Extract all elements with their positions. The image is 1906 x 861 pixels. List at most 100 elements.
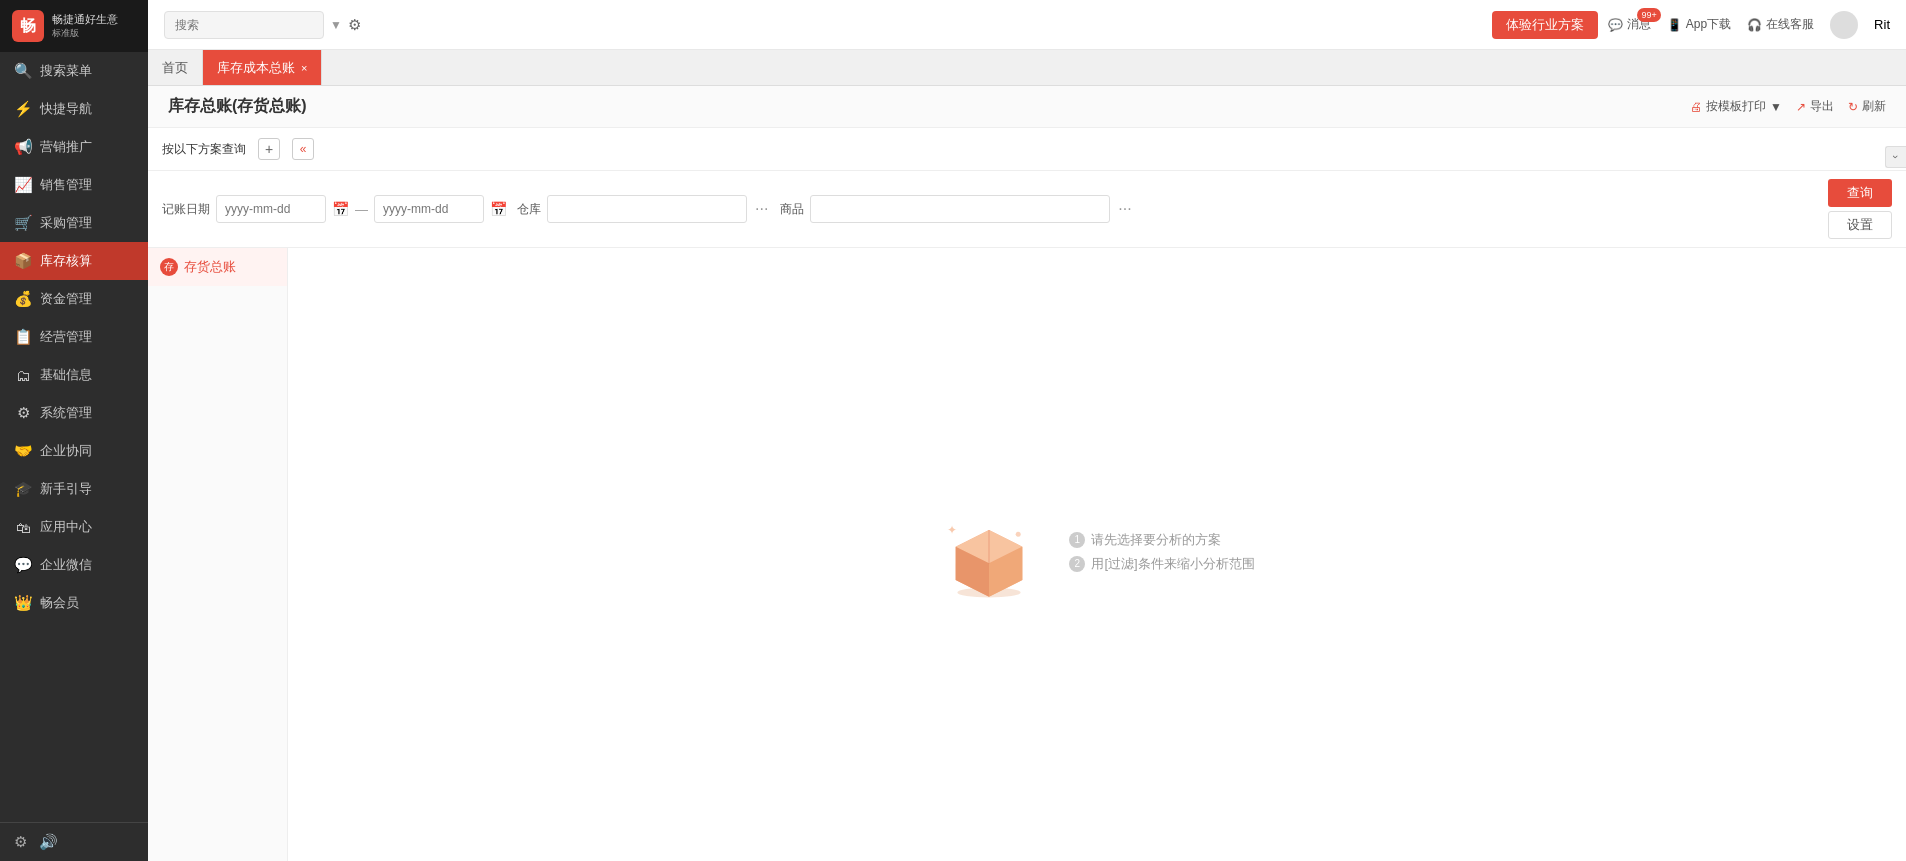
app-download-icon: 📱 [1667,18,1682,32]
sidebar-label-system: 系统管理 [40,404,134,422]
filter-collapse-btn[interactable]: « [292,138,314,160]
filter-settings-btn[interactable]: 设置 [1828,211,1892,239]
sidebar-label-marketing: 营销推广 [40,138,134,156]
tab-inventory-cost[interactable]: 库存成本总账 × [203,50,322,85]
scheme-item-inventory[interactable]: 存 存货总账 [148,248,287,286]
logo-badge: 标准版 [52,27,118,40]
warehouse-more-btn[interactable]: ··· [753,200,770,218]
sidebar-item-shortcut[interactable]: ⚡ 快捷导航 [0,90,148,128]
top-header: ▼ ⚙ 体验行业方案 💬 消息 99+ 📱 App下载 🎧 在线客服 Rit [148,0,1906,50]
filter-bar: 按以下方案查询 + « [148,128,1906,171]
sidebar-icon-sales: 📈 [14,176,32,194]
svg-text:✦: ✦ [948,523,958,536]
product-more-btn[interactable]: ··· [1116,200,1133,218]
message-item[interactable]: 💬 消息 99+ [1608,16,1651,33]
sidebar-icon-marketing: 📢 [14,138,32,156]
tab-inventory-cost-label: 库存成本总账 [217,59,295,77]
chevron-down-icon[interactable]: ▼ [330,18,342,32]
sidebar-item-appstore[interactable]: 🛍 应用中心 [0,508,148,546]
audio-icon[interactable]: 🔊 [39,833,58,851]
calendar-start-icon[interactable]: 📅 [332,201,349,217]
tab-home-label: 首页 [162,59,188,77]
sidebar-label-enterprise: 企业协同 [40,442,134,460]
product-input[interactable] [810,195,1110,223]
industry-btn[interactable]: 体验行业方案 [1492,11,1598,39]
sidebar-icon-basic: 🗂 [14,367,32,384]
warehouse-input[interactable] [547,195,747,223]
printer-icon: 🖨 [1690,100,1702,114]
sidebar-icon-system: ⚙ [14,404,32,422]
query-btn[interactable]: 查询 [1828,179,1892,207]
scheme-item-label: 存货总账 [184,258,236,276]
sidebar-item-newbie[interactable]: 🎓 新手引导 [0,470,148,508]
sidebar-icon-newbie: 🎓 [14,480,32,498]
export-icon: ↗ [1796,100,1806,114]
calendar-end-icon[interactable]: 📅 [490,201,507,217]
sidebar-label-member: 畅会员 [40,594,134,612]
sidebar-item-marketing[interactable]: 📢 营销推广 [0,128,148,166]
sidebar-icon-operations: 📋 [14,328,32,346]
sidebar-label-inventory: 库存核算 [40,252,134,270]
sidebar-bottom: ⚙ 🔊 [0,822,148,861]
warehouse-filter-group: 仓库 ··· [517,195,770,223]
sidebar-item-enterprise[interactable]: 🤝 企业协同 [0,432,148,470]
tab-close-icon[interactable]: × [301,62,307,74]
user-avatar[interactable] [1830,11,1858,39]
tip1-text: 请先选择要分析的方案 [1091,531,1221,549]
sidebar-item-search[interactable]: 🔍 搜索菜单 [0,52,148,90]
sidebar-item-member[interactable]: 👑 畅会员 [0,584,148,622]
app-download-item[interactable]: 📱 App下载 [1667,16,1731,33]
sidebar-label-finance: 资金管理 [40,290,134,308]
page-actions: 🖨 按模板打印 ▼ ↗ 导出 ↻ 刷新 [1690,98,1886,115]
empty-tips: 1 请先选择要分析的方案 2 用[过滤]条件来缩小分析范围 [1069,531,1254,579]
sidebar-item-inventory[interactable]: 📦 库存核算 [0,242,148,280]
sidebar: 畅 畅捷通好生意 标准版 🔍 搜索菜单 ⚡ 快捷导航 📢 营销推广 📈 销售管理… [0,0,148,861]
date-separator: — [355,202,368,217]
print-template-label: 按模板打印 [1706,98,1766,115]
sidebar-label-newbie: 新手引导 [40,480,134,498]
product-label: 商品 [780,201,804,218]
empty-state-inner: ✦ 1 请先选择要分析的方案 2 用[过滤]条件来缩小分析范围 [939,505,1254,605]
sidebar-item-system[interactable]: ⚙ 系统管理 [0,394,148,432]
sidebar-item-finance[interactable]: 💰 资金管理 [0,280,148,318]
sidebar-label-shortcut: 快捷导航 [40,100,134,118]
sidebar-item-purchase[interactable]: 🛒 采购管理 [0,204,148,242]
product-filter-group: 商品 ··· [780,195,1133,223]
main-area: ▼ ⚙ 体验行业方案 💬 消息 99+ 📱 App下载 🎧 在线客服 Rit [148,0,1906,861]
refresh-label: 刷新 [1862,98,1886,115]
sidebar-label-wechat: 企业微信 [40,556,134,574]
sidebar-item-wechat[interactable]: 💬 企业微信 [0,546,148,584]
right-panel-close-btn[interactable]: › [1885,146,1906,168]
tab-home[interactable]: 首页 [148,50,203,85]
sidebar-item-basic[interactable]: 🗂 基础信息 [0,356,148,394]
filter-add-btn[interactable]: + [258,138,280,160]
print-chevron-icon: ▼ [1770,100,1782,114]
date-end-input[interactable] [374,195,484,223]
filter-section-label: 按以下方案查询 [162,141,246,158]
header-right: 💬 消息 99+ 📱 App下载 🎧 在线客服 Rit [1608,11,1890,39]
tab-bar: 首页 库存成本总账 × [148,50,1906,86]
user-name: Rit [1874,17,1890,32]
sidebar-label-purchase: 采购管理 [40,214,134,232]
sidebar-item-sales[interactable]: 📈 销售管理 [0,166,148,204]
settings-icon[interactable]: ⚙ [14,833,27,851]
sidebar-label-appstore: 应用中心 [40,518,134,536]
online-service-label: 在线客服 [1766,16,1814,33]
export-btn[interactable]: ↗ 导出 [1796,98,1834,115]
search-input[interactable] [164,11,324,39]
sidebar-item-operations[interactable]: 📋 经营管理 [0,318,148,356]
tip2-num: 2 [1069,556,1085,572]
refresh-icon: ↻ [1848,100,1858,114]
sidebar-icon-shortcut: ⚡ [14,100,32,118]
print-template-btn[interactable]: 🖨 按模板打印 ▼ [1690,98,1782,115]
settings-icon[interactable]: ⚙ [348,16,361,34]
sidebar-icon-finance: 💰 [14,290,32,308]
online-service-item[interactable]: 🎧 在线客服 [1747,16,1814,33]
sidebar-label-operations: 经营管理 [40,328,134,346]
sidebar-icon-member: 👑 [14,594,32,612]
app-download-label: App下载 [1686,16,1731,33]
scheme-panel: 存 存货总账 [148,248,288,861]
headset-icon: 🎧 [1747,18,1762,32]
date-start-input[interactable] [216,195,326,223]
refresh-btn[interactable]: ↻ 刷新 [1848,98,1886,115]
